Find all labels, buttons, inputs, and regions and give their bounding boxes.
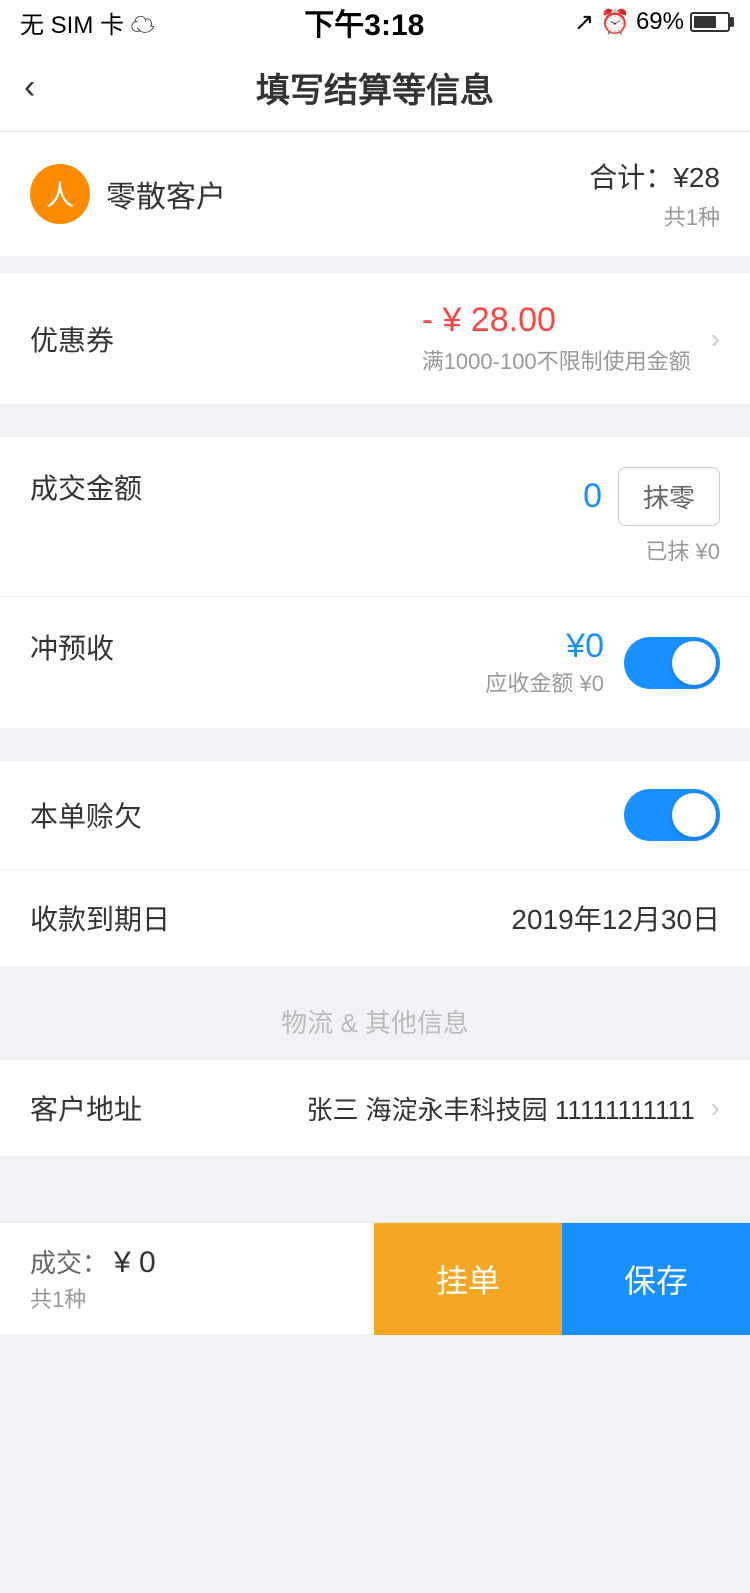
customer-row[interactable]: 人 零散客户 合计：¥28 共1种 [0, 132, 750, 257]
address-section: 客户地址 张三 海淀永丰科技园 11111111111 › [0, 1060, 750, 1157]
coupon-label: 优惠券 [30, 319, 114, 359]
debt-toggle[interactable] [624, 789, 720, 841]
transaction-label: 成交金额 [30, 467, 142, 507]
address-value: 张三 海淀永丰科技园 11111111111 [306, 1090, 694, 1127]
customer-right: 合计：¥28 共1种 [589, 156, 720, 232]
debt-label: 本单赊欠 [30, 795, 142, 835]
debt-section: 本单赊欠 收款到期日 2019年12月30日 [0, 761, 750, 967]
location-icon: ↗ [574, 8, 594, 37]
address-chevron-icon: › [711, 1092, 720, 1124]
total-count: 共1种 [589, 200, 720, 232]
bottom-trans-amount: ¥ 0 [114, 1246, 156, 1280]
bottom-bar: 成交： ¥ 0 共1种 挂单 保存 [0, 1222, 750, 1334]
customer-name: 零散客户 [106, 172, 226, 216]
back-button[interactable]: ‹ [24, 68, 35, 107]
prepaid-amount: ¥0 [485, 627, 604, 666]
coupon-amount: - ¥ 28.00 [422, 301, 691, 340]
debt-row: 本单赊欠 [0, 761, 750, 870]
coupon-row[interactable]: 优惠券 - ¥ 28.00 满1000-100不限制使用金额 › [0, 273, 750, 405]
divider-1 [0, 421, 750, 437]
save-button[interactable]: 保存 [562, 1223, 750, 1335]
address-label: 客户地址 [30, 1088, 142, 1128]
prepaid-sub: 应收金额 ¥0 [485, 666, 604, 698]
debt-toggle-knob [672, 793, 716, 837]
nav-bar: ‹ 填写结算等信息 [0, 44, 750, 132]
transaction-value[interactable]: 0 [583, 477, 602, 516]
address-row[interactable]: 客户地址 张三 海淀永丰科技园 11111111111 › [0, 1060, 750, 1157]
avatar: 人 [30, 164, 90, 224]
bottom-trans-label: 成交： [30, 1243, 108, 1280]
transaction-section: 成交金额 0 抹零 已抹 ¥0 冲预收 ¥0 应收金额 ¥0 [0, 437, 750, 729]
divider-2 [0, 745, 750, 761]
coupon-chevron-icon: › [711, 323, 720, 355]
bottom-info: 成交： ¥ 0 共1种 [0, 1243, 374, 1314]
status-right: ↗ ⏰ 69% [574, 8, 730, 37]
prepaid-row: 冲预收 ¥0 应收金额 ¥0 [0, 597, 750, 729]
alarm-icon: ⏰ [600, 8, 630, 37]
coupon-desc: 满1000-100不限制使用金额 [422, 344, 691, 376]
logistics-divider-text: 物流 & 其他信息 [281, 1003, 469, 1040]
bottom-count: 共1种 [30, 1282, 344, 1314]
toggle-knob [672, 641, 716, 685]
round-button[interactable]: 抹零 [618, 467, 720, 526]
due-date-row: 收款到期日 2019年12月30日 [0, 870, 750, 967]
coupon-right: - ¥ 28.00 满1000-100不限制使用金额 › [422, 301, 720, 376]
total-price: 合计：¥28 [589, 156, 720, 196]
customer-left: 人 零散客户 [30, 164, 226, 224]
status-left: 无 SIM 卡 ☁ [20, 5, 155, 40]
customer-section: 人 零散客户 合计：¥28 共1种 [0, 132, 750, 257]
logistics-divider: 物流 & 其他信息 [0, 983, 750, 1060]
page-title: 填写结算等信息 [256, 63, 494, 112]
prepaid-toggle[interactable] [624, 637, 720, 689]
transaction-row: 成交金额 0 抹零 已抹 ¥0 [0, 437, 750, 597]
transaction-sub: 已抹 ¥0 [645, 534, 720, 566]
battery-percent: 69% [636, 8, 684, 36]
due-date-value: 2019年12月30日 [511, 898, 720, 938]
prepaid-label: 冲预收 [30, 627, 114, 667]
status-time: 下午3:18 [304, 0, 424, 44]
content: 人 零散客户 合计：¥28 共1种 优惠券 - ¥ 28.00 满1000-10… [0, 132, 750, 1593]
sim-status: 无 SIM 卡 ☁ [20, 5, 155, 40]
due-date-label: 收款到期日 [30, 898, 170, 938]
status-bar: 无 SIM 卡 ☁ 下午3:18 ↗ ⏰ 69% [0, 0, 750, 44]
hang-button[interactable]: 挂单 [374, 1223, 562, 1335]
coupon-section: 优惠券 - ¥ 28.00 满1000-100不限制使用金额 › [0, 273, 750, 405]
battery-icon [690, 12, 730, 32]
